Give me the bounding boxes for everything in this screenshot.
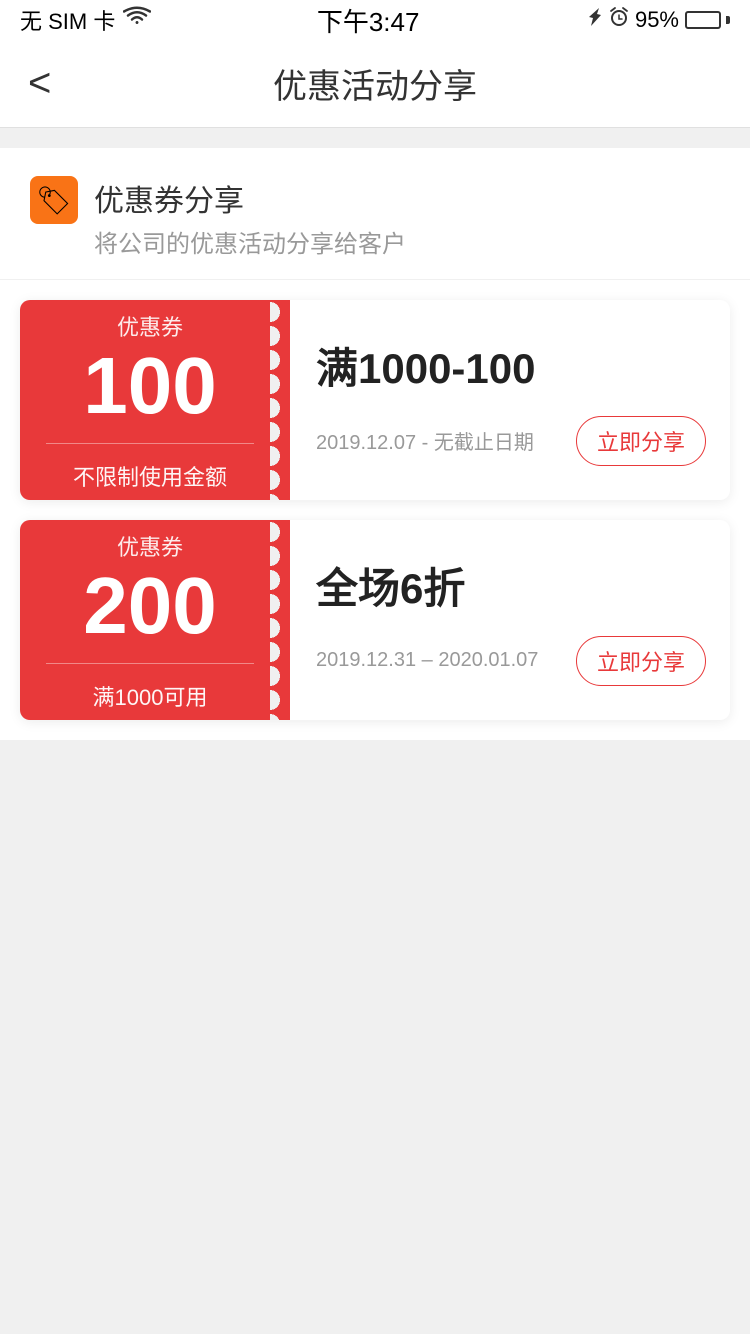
coupon-card-1: 优惠券 100 不限制使用金额 满1000-100 2019.12.07 - 无…	[20, 300, 730, 500]
coupon-label-1: 优惠券	[117, 310, 183, 342]
coupon-bottom-2: 2019.12.31 – 2020.01.07 立即分享	[316, 636, 706, 686]
section-header: 🏷 优惠券分享 将公司的优惠活动分享给客户	[0, 148, 750, 279]
coupon-date-2: 2019.12.31 – 2020.01.07	[316, 649, 538, 672]
battery-percent: 95%	[635, 7, 679, 33]
status-time: 下午3:47	[317, 2, 420, 39]
status-bar: 无 SIM 卡 下午3:47 95%	[0, 0, 750, 40]
section-subtitle: 将公司的优惠活动分享给客户	[94, 224, 406, 259]
top-separator	[0, 128, 750, 148]
coupon-condition-2: 满1000可用	[77, 672, 224, 720]
page-title: 优惠活动分享	[273, 59, 477, 108]
nav-bar: < 优惠活动分享	[0, 40, 750, 128]
coupon-amount-2: 200	[83, 566, 216, 646]
coupon-list: 优惠券 100 不限制使用金额 满1000-100 2019.12.07 - 无…	[0, 280, 750, 740]
coupon-title-2: 全场6折	[316, 555, 706, 616]
status-left: 无 SIM 卡	[20, 4, 151, 36]
coupon-card-2: 优惠券 200 满1000可用 全场6折 2019.12.31 – 2020.0…	[20, 520, 730, 720]
status-right: 95%	[585, 6, 730, 34]
coupon-condition-1: 不限制使用金额	[57, 452, 243, 500]
share-button-1[interactable]: 立即分享	[576, 416, 706, 466]
section-icon: 🏷	[30, 176, 78, 224]
coupon-bottom-1: 2019.12.07 - 无截止日期 立即分享	[316, 416, 706, 466]
section-text: 优惠券分享 将公司的优惠活动分享给客户	[94, 176, 406, 259]
back-button[interactable]: <	[28, 61, 51, 106]
bottom-fill	[0, 740, 750, 1040]
wifi-icon	[123, 6, 151, 34]
coupon-emoji-icon: 🏷	[36, 184, 72, 217]
battery-icon	[685, 11, 730, 29]
coupon-left-1: 优惠券 100 不限制使用金额	[20, 300, 280, 500]
location-icon	[585, 6, 603, 34]
coupon-right-2: 全场6折 2019.12.31 – 2020.01.07 立即分享	[280, 520, 730, 720]
share-button-2[interactable]: 立即分享	[576, 636, 706, 686]
coupon-right-1: 满1000-100 2019.12.07 - 无截止日期 立即分享	[280, 300, 730, 500]
alarm-icon	[609, 6, 629, 34]
section-title: 优惠券分享	[94, 176, 406, 220]
coupon-left-2: 优惠券 200 满1000可用	[20, 520, 280, 720]
coupon-label-2: 优惠券	[117, 530, 183, 562]
coupon-title-1: 满1000-100	[316, 335, 706, 396]
no-sim-text: 无 SIM 卡	[20, 4, 115, 36]
coupon-divider-1	[46, 443, 254, 444]
coupon-date-1: 2019.12.07 - 无截止日期	[316, 426, 534, 455]
coupon-divider-2	[46, 663, 254, 664]
coupon-amount-1: 100	[83, 346, 216, 426]
